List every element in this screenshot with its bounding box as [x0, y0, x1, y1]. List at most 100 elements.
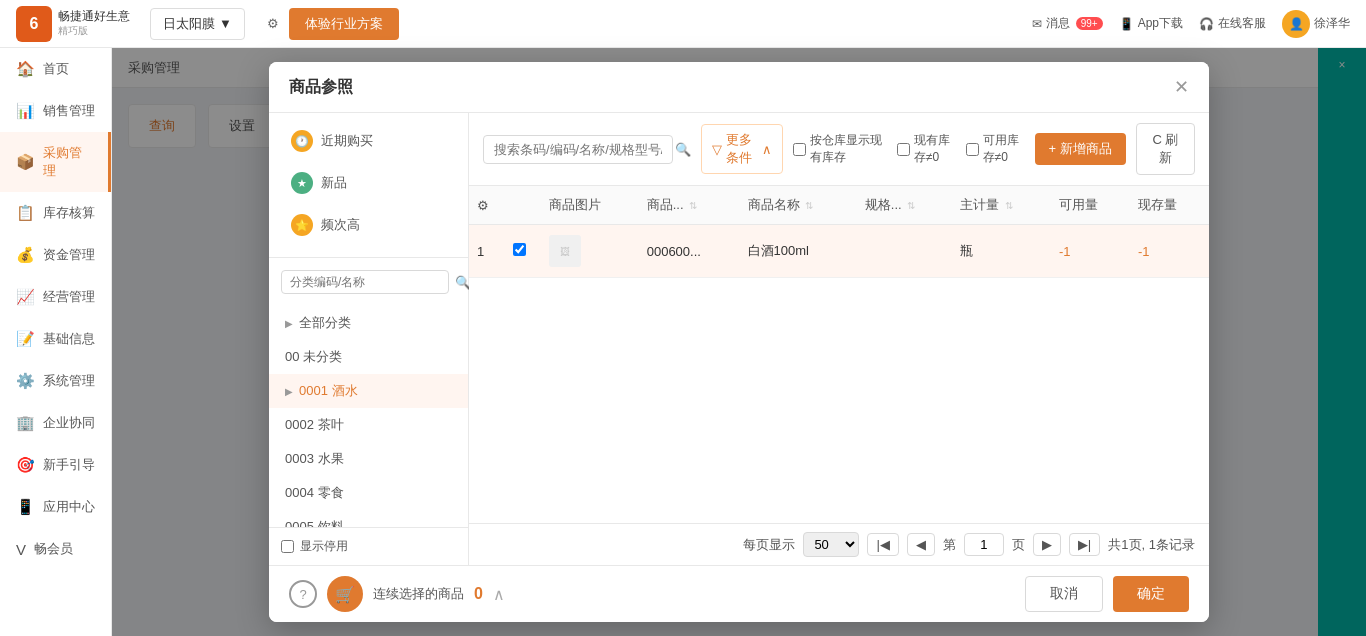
category-all[interactable]: ▶ 全部分类 [269, 306, 468, 340]
quick-recent[interactable]: 🕐 近期购买 [281, 123, 456, 159]
cart-icon: 🛒 [327, 576, 363, 612]
sales-icon: 📊 [16, 102, 35, 120]
sidebar-item-basic-info[interactable]: 📝 基础信息 [0, 318, 111, 360]
cell-checkbox[interactable] [505, 225, 541, 278]
sidebar-item-purchase[interactable]: 📦 采购管理 [0, 132, 111, 192]
product-reference-modal: 商品参照 ✕ 🕐 近期购买 ★ [269, 62, 1209, 622]
sidebar-item-operations[interactable]: 📈 经营管理 [0, 276, 111, 318]
product-thumbnail: 🖼 [549, 235, 581, 267]
modal-close-btn[interactable]: ✕ [1174, 76, 1189, 98]
per-page-select[interactable]: 50 100 [803, 532, 859, 557]
experience-btn[interactable]: 体验行业方案 [289, 8, 399, 40]
quick-access: 🕐 近期购买 ★ 新品 ⭐ 频次高 [269, 113, 468, 253]
system-icon: ⚙️ [16, 372, 35, 390]
category-liquor[interactable]: ▶ 0001 酒水 [269, 374, 468, 408]
filter-btn[interactable]: ▽ 更多条件 ∧ [701, 124, 783, 174]
logo: 6 畅捷通好生意 精巧版 [16, 6, 130, 42]
operations-icon: 📈 [16, 288, 35, 306]
mobile-icon: 📱 [1119, 17, 1134, 31]
category-beverages[interactable]: 0005 饮料 [269, 510, 468, 527]
table-row[interactable]: 1 🖼 000600... 白酒100ml 瓶 [469, 225, 1209, 278]
current-stock-checkbox[interactable] [897, 143, 910, 156]
member-icon: V [16, 541, 26, 558]
prev-page-btn[interactable]: ◀ [907, 533, 935, 556]
table-header-row: ⚙ 商品图片 商品... ⇅ 商品名称 [469, 186, 1209, 225]
sidebar-item-inventory[interactable]: 📋 库存核算 [0, 192, 111, 234]
sidebar-item-app-center[interactable]: 📱 应用中心 [0, 486, 111, 528]
sidebar-item-finance[interactable]: 💰 资金管理 [0, 234, 111, 276]
checkbox-current-stock[interactable]: 现有库存≠0 [897, 132, 956, 166]
category-fruit[interactable]: 0003 水果 [269, 442, 468, 476]
help-btn[interactable]: ? [289, 580, 317, 608]
collapse-footer-btn[interactable]: ∧ [493, 585, 505, 604]
sidebar-item-sales[interactable]: 📊 销售管理 [0, 90, 111, 132]
message-badge: 99+ [1076, 17, 1103, 30]
modal-title: 商品参照 [289, 77, 353, 98]
cancel-btn[interactable]: 取消 [1025, 576, 1103, 612]
quick-frequent[interactable]: ⭐ 频次高 [281, 207, 456, 243]
col-image: 商品图片 [541, 186, 639, 225]
new-icon: ★ [291, 172, 313, 194]
checkbox-warehouse-stock[interactable]: 按仓库显示现有库存 [793, 132, 887, 166]
settings-icon[interactable]: ⚙ [257, 8, 289, 40]
category-tea[interactable]: 0002 茶叶 [269, 408, 468, 442]
tenant-dropdown[interactable]: 日太阳膜 ▼ [150, 8, 245, 40]
top-nav: 6 畅捷通好生意 精巧版 日太阳膜 ▼ ⚙ 体验行业方案 ✉ 消息 99+ 📱 … [0, 0, 1366, 48]
sidebar-item-member[interactable]: V 畅会员 [0, 528, 111, 570]
col-name[interactable]: 商品名称 ⇅ [740, 186, 857, 225]
search-icon[interactable]: 🔍 [675, 142, 691, 157]
col-code[interactable]: 商品... ⇅ [639, 186, 740, 225]
checkbox-available-stock[interactable]: 可用库存≠0 [966, 132, 1025, 166]
modal-body: 🕐 近期购买 ★ 新品 ⭐ 频次高 [269, 113, 1209, 565]
app-download-btn[interactable]: 📱 App下载 [1119, 15, 1183, 32]
category-search-row: 🔍 [269, 262, 468, 302]
sort-spec-icon: ⇅ [907, 200, 915, 211]
product-search-input[interactable] [483, 135, 673, 164]
sort-unit-icon: ⇅ [1005, 200, 1013, 211]
refresh-btn[interactable]: C 刷新 [1136, 123, 1195, 175]
category-search-input[interactable] [281, 270, 449, 294]
category-snacks[interactable]: 0004 零食 [269, 476, 468, 510]
finance-icon: 💰 [16, 246, 35, 264]
main-layout: 🏠 首页 📊 销售管理 📦 采购管理 📋 库存核算 💰 资金管理 📈 经营管理 … [0, 48, 1366, 636]
page-number-input[interactable] [964, 533, 1004, 556]
available-stock-checkbox[interactable] [966, 143, 979, 156]
quick-new[interactable]: ★ 新品 [281, 165, 456, 201]
headset-icon: 🎧 [1199, 17, 1214, 31]
category-uncategorized[interactable]: 00 未分类 [269, 340, 468, 374]
next-page-btn[interactable]: ▶ [1033, 533, 1061, 556]
logo-icon: 6 [16, 6, 52, 42]
cell-num: 1 [469, 225, 505, 278]
category-list: ▶ 全部分类 00 未分类 ▶ 0001 酒水 0002 茶 [269, 302, 468, 527]
last-page-btn[interactable]: ▶| [1069, 533, 1100, 556]
cell-spec [857, 225, 952, 278]
home-icon: 🏠 [16, 60, 35, 78]
active-arrow-icon: ▶ [285, 386, 293, 397]
sidebar-item-home[interactable]: 🏠 首页 [0, 48, 111, 90]
col-spec[interactable]: 规格... ⇅ [857, 186, 952, 225]
online-service-btn[interactable]: 🎧 在线客服 [1199, 15, 1266, 32]
footer-info: ? 🛒 连续选择的商品 0 ∧ [289, 576, 1013, 612]
messages-btn[interactable]: ✉ 消息 99+ [1032, 15, 1103, 32]
enterprise-icon: 🏢 [16, 414, 35, 432]
col-unit[interactable]: 主计量 ⇅ [952, 186, 1051, 225]
app-center-icon: 📱 [16, 498, 35, 516]
sidebar-item-guide[interactable]: 🎯 新手引导 [0, 444, 111, 486]
show-disabled-checkbox[interactable] [281, 540, 294, 553]
add-product-btn[interactable]: + 新增商品 [1035, 133, 1126, 165]
modal-header: 商品参照 ✕ [269, 62, 1209, 113]
user-menu[interactable]: 👤 徐泽华 [1282, 10, 1350, 38]
warehouse-stock-checkbox[interactable] [793, 143, 806, 156]
sidebar-item-enterprise[interactable]: 🏢 企业协同 [0, 402, 111, 444]
col-checkbox [505, 186, 541, 225]
product-table: ⚙ 商品图片 商品... ⇅ 商品名称 [469, 186, 1209, 523]
sidebar-item-system[interactable]: ⚙️ 系统管理 [0, 360, 111, 402]
first-page-btn[interactable]: |◀ [867, 533, 898, 556]
avatar: 👤 [1282, 10, 1310, 38]
recent-icon: 🕐 [291, 130, 313, 152]
content-area: 采购管理 查询 设置 刷新 × 商品参照 ✕ [112, 48, 1366, 636]
divider1 [269, 257, 468, 258]
freq-icon: ⭐ [291, 214, 313, 236]
left-sidebar: 🏠 首页 📊 销售管理 📦 采购管理 📋 库存核算 💰 资金管理 📈 经营管理 … [0, 48, 112, 636]
confirm-btn[interactable]: 确定 [1113, 576, 1189, 612]
